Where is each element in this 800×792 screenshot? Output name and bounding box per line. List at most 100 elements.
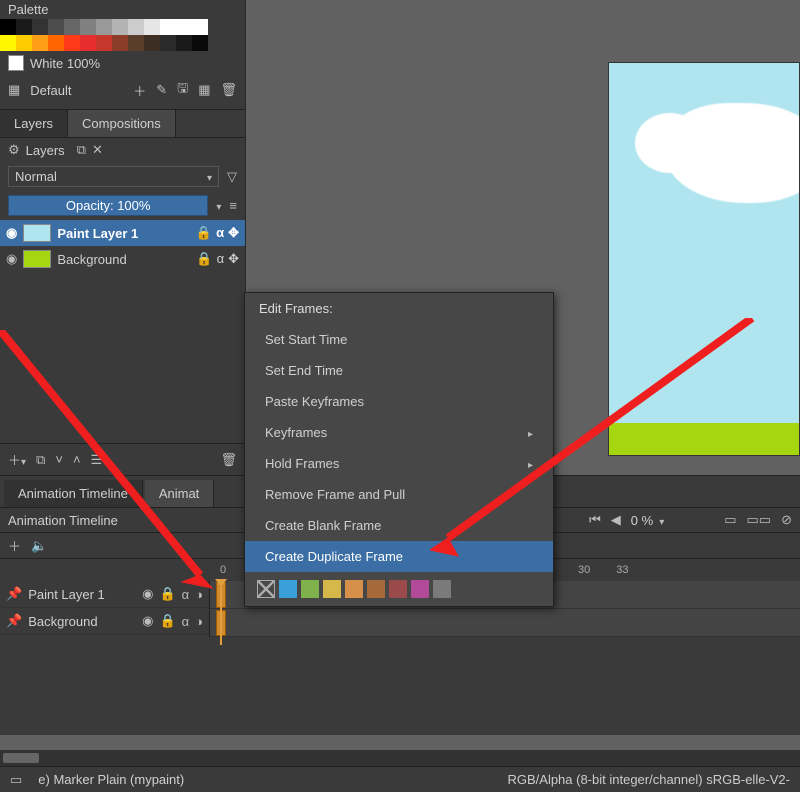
track-lock-icon[interactable]: 🔒 — [159, 613, 175, 629]
onion-skin-icon[interactable]: ▭ — [724, 512, 736, 528]
palette-swatch[interactable] — [112, 35, 128, 51]
playback-prev-icon[interactable]: ◀ — [611, 512, 621, 528]
lock-icon[interactable]: 🔒 — [196, 251, 212, 267]
lock-icon[interactable]: 🔒 — [196, 225, 212, 241]
layer-row[interactable]: ◉Background🔒α✥ — [0, 246, 245, 272]
move-up-icon[interactable]: ˄ — [73, 452, 81, 467]
pin-icon[interactable]: 📌 — [6, 586, 22, 602]
opacity-slider[interactable]: Opacity: 100% — [8, 195, 208, 216]
context-item-set-start-time[interactable]: Set Start Time — [245, 324, 553, 355]
playback-first-icon[interactable]: ⏮ — [589, 512, 601, 528]
palette-swatch[interactable] — [16, 35, 32, 51]
grid-icon[interactable]: ▦ — [198, 82, 210, 98]
palette-swatch[interactable] — [160, 35, 176, 51]
tab-animat[interactable]: Animat — [145, 480, 214, 507]
context-item-hold-frames[interactable]: Hold Frames — [245, 448, 553, 479]
palette-swatch[interactable] — [0, 35, 16, 51]
track-onion-icon[interactable]: ◑ — [195, 614, 203, 629]
palette-swatch[interactable] — [192, 35, 208, 51]
track-visibility-icon[interactable]: ◉ — [142, 613, 153, 629]
move-down-icon[interactable]: ˅ — [55, 452, 63, 467]
palette-swatch[interactable] — [32, 35, 48, 51]
palette-swatch[interactable] — [112, 19, 128, 35]
frame-color-swatch[interactable] — [301, 580, 319, 598]
layer-row[interactable]: ◉Paint Layer 1🔒α✥ — [0, 220, 245, 246]
playhead[interactable] — [220, 587, 222, 645]
palette-swatch[interactable] — [64, 35, 80, 51]
frame-color-swatch[interactable] — [279, 580, 297, 598]
timeline-track-header[interactable]: 📌Background◉🔒α◑ — [0, 608, 209, 635]
palette-swatch[interactable] — [16, 19, 32, 35]
palette-swatch[interactable] — [96, 19, 112, 35]
tab-compositions[interactable]: Compositions — [68, 110, 176, 137]
palette-swatch[interactable] — [80, 35, 96, 51]
gear-icon[interactable]: ⚙ — [8, 142, 20, 158]
palette-swatch[interactable] — [192, 19, 208, 35]
alpha-icon[interactable]: α — [216, 225, 224, 241]
track-alpha-icon[interactable]: α — [182, 587, 190, 602]
frame-color-swatch[interactable] — [389, 580, 407, 598]
frame-color-swatch[interactable] — [345, 580, 363, 598]
frame-color-swatch[interactable] — [433, 580, 451, 598]
visibility-icon[interactable]: ◉ — [6, 225, 17, 241]
opacity-chevron-icon[interactable] — [216, 198, 221, 213]
tab-layers[interactable]: Layers — [0, 110, 68, 137]
add-track-icon[interactable]: ＋ — [8, 536, 21, 555]
track-lock-icon[interactable]: 🔒 — [159, 586, 175, 602]
palette-swatch[interactable] — [176, 35, 192, 51]
float-icon[interactable]: ⧉ — [77, 142, 86, 158]
close-icon[interactable]: ✕ — [92, 142, 103, 158]
palette-swatch[interactable] — [144, 19, 160, 35]
palette-swatch[interactable] — [128, 35, 144, 51]
move-icon[interactable]: ✥ — [228, 251, 239, 267]
onion-multi-icon[interactable]: ▭▭ — [747, 512, 772, 528]
frame-color-swatch[interactable] — [323, 580, 341, 598]
canvas-view[interactable] — [608, 62, 800, 456]
move-icon[interactable]: ✥ — [228, 225, 239, 241]
palette-swatch[interactable] — [48, 35, 64, 51]
track-visibility-icon[interactable]: ◉ — [142, 586, 153, 602]
context-item-create-duplicate-frame[interactable]: Create Duplicate Frame — [245, 541, 553, 572]
save-icon[interactable]: 🖫 — [177, 79, 188, 101]
context-item-remove-frame-and-pull[interactable]: Remove Frame and Pull — [245, 479, 553, 510]
zoom-chevron-icon[interactable] — [659, 513, 664, 528]
context-item-set-end-time[interactable]: Set End Time — [245, 355, 553, 386]
delete-layer-icon[interactable]: 🗑 — [220, 452, 237, 468]
alpha-icon[interactable]: α — [217, 251, 225, 267]
add-layer-icon[interactable]: ＋ — [8, 450, 26, 469]
palette-swatch[interactable] — [0, 19, 16, 35]
palette-swatch[interactable] — [176, 19, 192, 35]
palette-swatch[interactable] — [48, 19, 64, 35]
frame-color-swatch[interactable] — [257, 580, 275, 598]
palette-swatch[interactable] — [128, 19, 144, 35]
context-item-create-blank-frame[interactable]: Create Blank Frame — [245, 510, 553, 541]
visibility-icon[interactable]: ◉ — [6, 251, 17, 267]
timeline-track-header[interactable]: 📌Paint Layer 1◉🔒α◑ — [0, 581, 209, 608]
palette-swatch[interactable] — [80, 19, 96, 35]
palette-swatch[interactable] — [64, 19, 80, 35]
properties-icon[interactable]: ☰ — [91, 452, 108, 468]
duplicate-layer-icon[interactable]: ⧉ — [36, 452, 45, 468]
add-icon[interactable]: ＋ — [133, 81, 146, 100]
blend-mode-select[interactable]: Normal — [8, 166, 219, 187]
audio-icon[interactable]: 🔈 — [31, 538, 47, 554]
edit-icon[interactable]: ✎ — [156, 82, 167, 98]
palette-swatch[interactable] — [32, 19, 48, 35]
filter-icon[interactable]: ▽ — [227, 169, 237, 185]
tab-animation-timeline[interactable]: Animation Timeline — [4, 480, 143, 507]
context-item-keyframes[interactable]: Keyframes — [245, 417, 553, 448]
palette-swatch[interactable] — [160, 19, 176, 35]
preset-grid-icon[interactable]: ▦ — [8, 82, 20, 98]
track-alpha-icon[interactable]: α — [182, 614, 190, 629]
palette-swatch[interactable] — [144, 35, 160, 51]
horizontal-scrollbar[interactable] — [0, 750, 800, 766]
delete-icon[interactable]: 🗑 — [220, 82, 237, 98]
scrollbar-thumb[interactable] — [3, 753, 39, 763]
onion-off-icon[interactable]: ⊘ — [781, 512, 792, 528]
track-onion-icon[interactable]: ◑ — [195, 587, 203, 602]
frame-color-swatch[interactable] — [367, 580, 385, 598]
frame-color-swatch[interactable] — [411, 580, 429, 598]
timeline-track[interactable] — [210, 609, 800, 637]
pin-icon[interactable]: 📌 — [6, 613, 22, 629]
context-item-paste-keyframes[interactable]: Paste Keyframes — [245, 386, 553, 417]
